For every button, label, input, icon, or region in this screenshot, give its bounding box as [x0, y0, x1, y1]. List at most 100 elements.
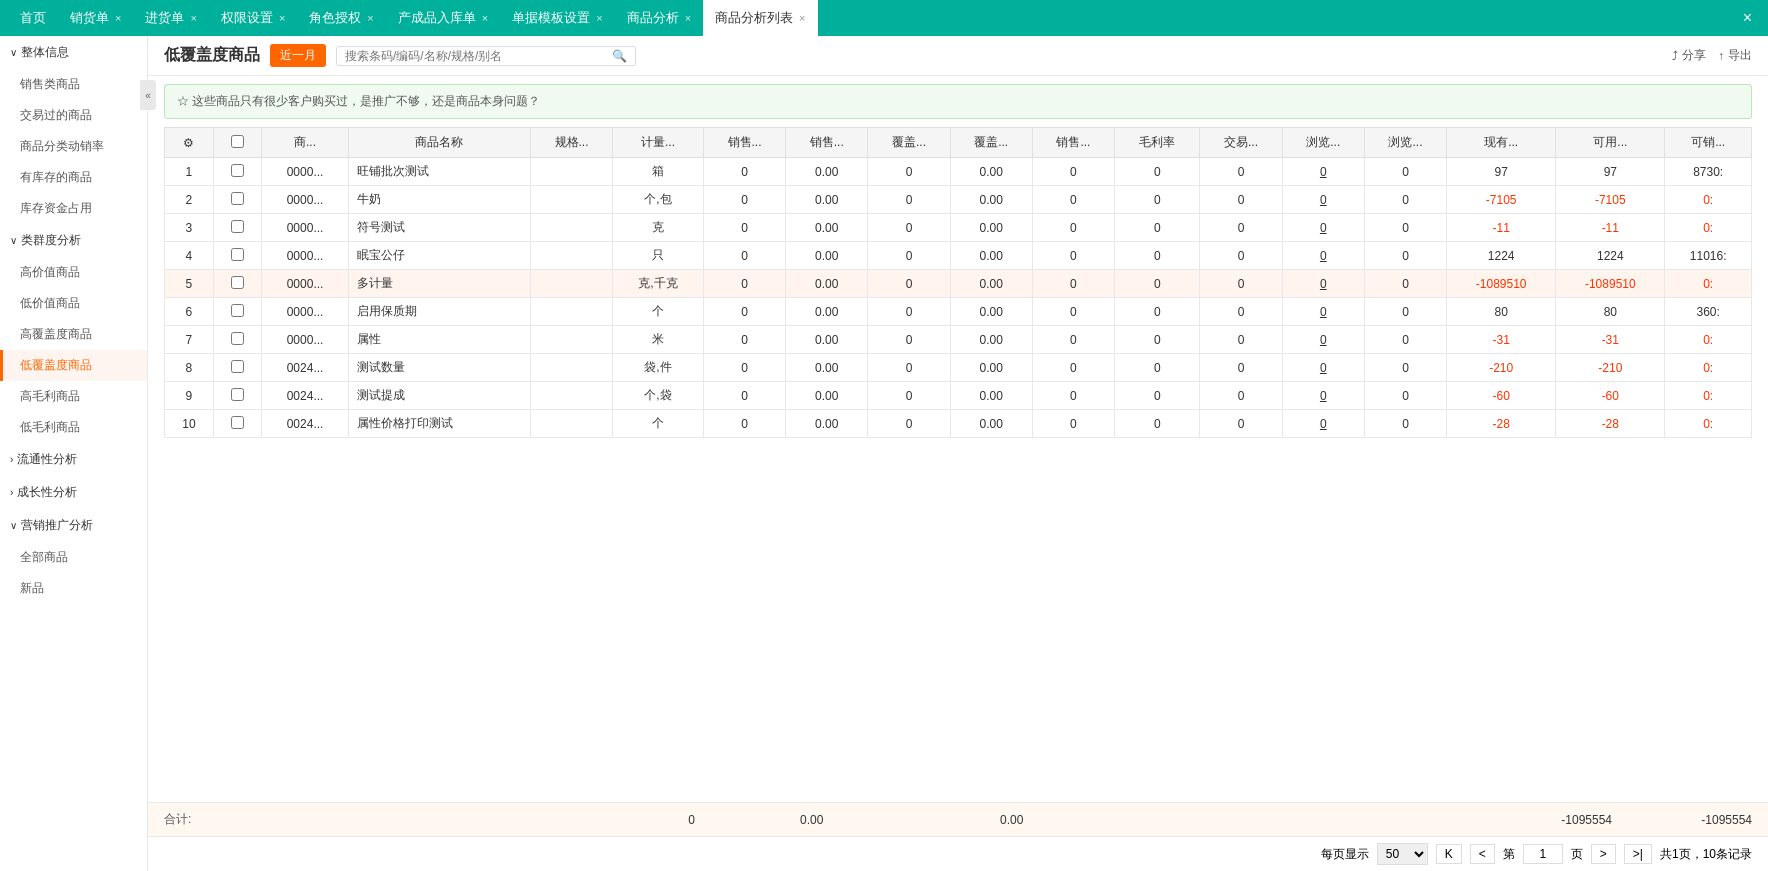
- export-button[interactable]: ↑ 导出: [1718, 47, 1752, 64]
- sidebar-item-high-value[interactable]: 高价值商品: [0, 257, 147, 288]
- sidebar-item-category-rate[interactable]: 商品分类动销率: [0, 131, 147, 162]
- sidebar-section-overall[interactable]: ∨ 整体信息: [0, 36, 147, 69]
- sidebar-item-high-coverage[interactable]: 高覆盖度商品: [0, 319, 147, 350]
- cell-browse1[interactable]: 0: [1282, 382, 1364, 410]
- cell-browse1[interactable]: 0: [1282, 214, 1364, 242]
- sidebar-section-cluster[interactable]: ∨ 类群度分析: [0, 224, 147, 257]
- sidebar-item-low-coverage[interactable]: 低覆盖度商品: [0, 350, 147, 381]
- nav-product-analysis-list[interactable]: 商品分析列表 ×: [703, 0, 817, 36]
- share-button[interactable]: ⤴ 分享: [1672, 47, 1706, 64]
- row-checkbox[interactable]: [231, 360, 244, 373]
- last-page-button[interactable]: >|: [1624, 844, 1652, 864]
- search-icon[interactable]: 🔍: [612, 49, 627, 63]
- sidebar-item-low-margin[interactable]: 低毛利商品: [0, 412, 147, 443]
- col-cover1[interactable]: 覆盖...: [868, 128, 950, 158]
- search-input[interactable]: [345, 49, 608, 63]
- cell-browse1[interactable]: 0: [1282, 242, 1364, 270]
- col-browse2[interactable]: 浏览...: [1364, 128, 1446, 158]
- nav-permissions[interactable]: 权限设置 ×: [209, 0, 297, 36]
- cell-cover1: 0: [868, 214, 950, 242]
- nav-product-analysis[interactable]: 商品分析 ×: [615, 0, 703, 36]
- nav-template-settings[interactable]: 单据模板设置 ×: [500, 0, 614, 36]
- sidebar-item-all-goods[interactable]: 全部商品: [0, 542, 147, 573]
- nav-home[interactable]: 首页: [8, 0, 58, 36]
- sidebar-section-marketing[interactable]: ∨ 营销推广分析: [0, 509, 147, 542]
- nav-close-product-inbound[interactable]: ×: [482, 12, 488, 24]
- row-checkbox[interactable]: [231, 304, 244, 317]
- row-checkbox[interactable]: [231, 248, 244, 261]
- col-saleable[interactable]: 可销...: [1665, 128, 1752, 158]
- nav-close-template-settings[interactable]: ×: [596, 12, 602, 24]
- cell-code: 0024...: [262, 354, 349, 382]
- row-checkbox[interactable]: [231, 276, 244, 289]
- sidebar-section-liquidity[interactable]: › 流通性分析: [0, 443, 147, 476]
- col-sales-qty[interactable]: 销售...: [703, 128, 785, 158]
- col-gross-margin[interactable]: 毛利率: [1115, 128, 1200, 158]
- row-checkbox[interactable]: [231, 164, 244, 177]
- cell-browse1[interactable]: 0: [1282, 410, 1364, 438]
- cell-checkbox[interactable]: [213, 214, 261, 242]
- nav-close-role-auth[interactable]: ×: [367, 12, 373, 24]
- cell-checkbox[interactable]: [213, 186, 261, 214]
- col-checkbox[interactable]: [213, 128, 261, 158]
- cell-checkbox[interactable]: [213, 410, 261, 438]
- nav-close-sales-order[interactable]: ×: [115, 12, 121, 24]
- next-page-button[interactable]: >: [1591, 844, 1616, 864]
- cell-checkbox[interactable]: [213, 326, 261, 354]
- col-transaction[interactable]: 交易...: [1200, 128, 1282, 158]
- cell-browse1[interactable]: 0: [1282, 298, 1364, 326]
- cell-checkbox[interactable]: [213, 158, 261, 186]
- first-page-button[interactable]: K: [1436, 844, 1462, 864]
- col-available-stock[interactable]: 可用...: [1556, 128, 1665, 158]
- sidebar-item-traded-goods[interactable]: 交易过的商品: [0, 100, 147, 131]
- row-checkbox[interactable]: [231, 388, 244, 401]
- select-all-checkbox[interactable]: [231, 135, 244, 148]
- nav-close-permissions[interactable]: ×: [279, 12, 285, 24]
- col-current-stock[interactable]: 现有...: [1447, 128, 1556, 158]
- export-icon: ↑: [1718, 49, 1724, 63]
- nav-product-inbound[interactable]: 产成品入库单 ×: [386, 0, 500, 36]
- sidebar-item-low-value[interactable]: 低价值商品: [0, 288, 147, 319]
- cell-browse1[interactable]: 0: [1282, 354, 1364, 382]
- sidebar-section-growth[interactable]: › 成长性分析: [0, 476, 147, 509]
- row-checkbox[interactable]: [231, 332, 244, 345]
- row-checkbox[interactable]: [231, 192, 244, 205]
- sidebar-collapse-button[interactable]: «: [140, 80, 156, 110]
- nav-purchase-order[interactable]: 进货单 ×: [133, 0, 208, 36]
- nav-sales-order[interactable]: 销货单 ×: [58, 0, 133, 36]
- per-page-select[interactable]: 50 20 100 200: [1377, 843, 1428, 865]
- cell-checkbox[interactable]: [213, 382, 261, 410]
- prev-page-button[interactable]: <: [1470, 844, 1495, 864]
- page-number-input[interactable]: [1523, 844, 1563, 864]
- cell-checkbox[interactable]: [213, 298, 261, 326]
- time-filter-button[interactable]: 近一月: [270, 44, 326, 67]
- cell-browse1[interactable]: 0: [1282, 158, 1364, 186]
- cell-checkbox[interactable]: [213, 242, 261, 270]
- cell-checkbox[interactable]: [213, 354, 261, 382]
- sidebar-item-sales-goods[interactable]: 销售类商品: [0, 69, 147, 100]
- row-checkbox[interactable]: [231, 220, 244, 233]
- cell-browse1[interactable]: 0: [1282, 186, 1364, 214]
- nav-close-purchase-order[interactable]: ×: [190, 12, 196, 24]
- row-checkbox[interactable]: [231, 416, 244, 429]
- col-settings[interactable]: ⚙: [165, 128, 214, 158]
- nav-close-product-analysis-list[interactable]: ×: [799, 12, 805, 24]
- col-sales-amt[interactable]: 销售...: [786, 128, 868, 158]
- col-spec[interactable]: 规格...: [530, 128, 612, 158]
- sidebar-item-new-goods[interactable]: 新品: [0, 573, 147, 604]
- col-code[interactable]: 商...: [262, 128, 349, 158]
- sidebar-item-high-margin[interactable]: 高毛利商品: [0, 381, 147, 412]
- col-browse1[interactable]: 浏览...: [1282, 128, 1364, 158]
- col-unit[interactable]: 计量...: [613, 128, 704, 158]
- cell-browse1[interactable]: 0: [1282, 326, 1364, 354]
- cell-browse1[interactable]: 0: [1282, 270, 1364, 298]
- cell-checkbox[interactable]: [213, 270, 261, 298]
- nav-close-product-analysis[interactable]: ×: [685, 12, 691, 24]
- col-name[interactable]: 商品名称: [348, 128, 530, 158]
- sidebar-item-stock-goods[interactable]: 有库存的商品: [0, 162, 147, 193]
- sidebar-item-stock-funds[interactable]: 库存资金占用: [0, 193, 147, 224]
- nav-role-auth[interactable]: 角色授权 ×: [297, 0, 385, 36]
- col-cover2[interactable]: 覆盖...: [950, 128, 1032, 158]
- col-sales3[interactable]: 销售...: [1032, 128, 1114, 158]
- close-all-button[interactable]: ×: [1735, 9, 1760, 27]
